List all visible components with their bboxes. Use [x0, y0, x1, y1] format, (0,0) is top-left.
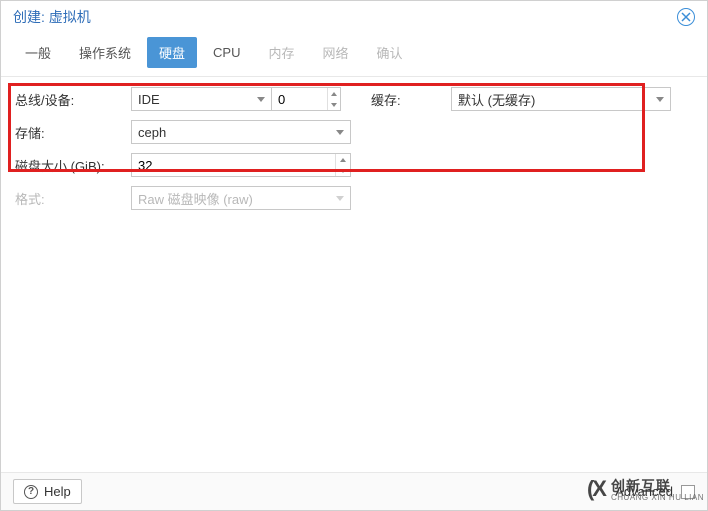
label-disk-size: 磁盘大小 (GiB):	[15, 156, 121, 175]
cache-value: 默认 (无缓存)	[458, 90, 535, 109]
help-label: Help	[44, 484, 71, 499]
chevron-up-icon[interactable]	[336, 154, 350, 165]
chevron-down-icon[interactable]	[328, 99, 340, 110]
watermark-text: 创新互联 CHUANG XIN HU LIAN	[611, 479, 704, 503]
tab-memory: 内存	[257, 37, 307, 68]
watermark-logo-icon: (X	[587, 476, 605, 502]
label-format: 格式:	[15, 189, 121, 208]
tab-confirm: 确认	[365, 37, 415, 68]
format-value: Raw 磁盘映像 (raw)	[138, 189, 253, 208]
tab-network: 网络	[311, 37, 361, 68]
chevron-down-icon	[336, 130, 344, 135]
disk-size-input[interactable]	[132, 154, 335, 176]
label-bus-device: 总线/设备:	[15, 90, 121, 109]
watermark-brand: 创新互联	[611, 479, 704, 494]
tab-cpu[interactable]: CPU	[201, 39, 252, 66]
storage-combo[interactable]: ceph	[131, 120, 351, 144]
bus-combo[interactable]: IDE	[131, 87, 271, 111]
form-area: 总线/设备: IDE 缓存: 默认 (无缓存) 存储	[1, 77, 707, 220]
chevron-down-icon	[656, 97, 664, 102]
help-icon: ?	[24, 485, 38, 499]
dialog-title: 创建: 虚拟机	[13, 7, 91, 27]
create-vm-dialog: 创建: 虚拟机 一般 操作系统 硬盘 CPU 内存 网络 确认 总线/设备: I…	[0, 0, 708, 511]
chevron-down-icon[interactable]	[336, 165, 350, 176]
chevron-down-icon	[336, 196, 344, 201]
watermark: (X 创新互联 CHUANG XIN HU LIAN	[587, 478, 704, 504]
close-icon[interactable]	[677, 8, 695, 26]
spinner-buttons	[335, 154, 350, 176]
storage-value: ceph	[138, 125, 166, 140]
tab-os[interactable]: 操作系统	[67, 37, 143, 68]
spinner-buttons	[327, 88, 340, 110]
tab-disk[interactable]: 硬盘	[147, 37, 197, 68]
wizard-tabs: 一般 操作系统 硬盘 CPU 内存 网络 确认	[1, 33, 707, 77]
bus-value: IDE	[138, 92, 160, 107]
chevron-up-icon[interactable]	[328, 88, 340, 99]
label-storage: 存储:	[15, 123, 121, 142]
disk-size-spinner[interactable]	[131, 153, 351, 177]
format-combo: Raw 磁盘映像 (raw)	[131, 186, 351, 210]
bus-device-field: IDE	[131, 87, 351, 111]
chevron-down-icon	[257, 97, 265, 102]
titlebar: 创建: 虚拟机	[1, 1, 707, 33]
device-spinner[interactable]	[271, 87, 341, 111]
watermark-sub: CHUANG XIN HU LIAN	[611, 494, 704, 503]
tab-general[interactable]: 一般	[13, 37, 63, 68]
device-input[interactable]	[272, 88, 327, 110]
cache-combo[interactable]: 默认 (无缓存)	[451, 87, 671, 111]
label-cache: 缓存:	[361, 90, 441, 109]
help-button[interactable]: ? Help	[13, 479, 82, 504]
